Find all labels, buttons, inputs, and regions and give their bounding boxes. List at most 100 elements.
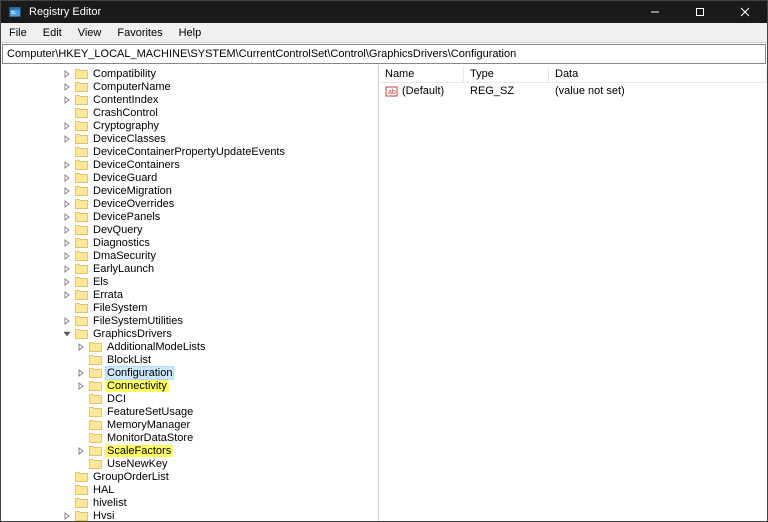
tree-label[interactable]: GraphicsDrivers [91,328,174,340]
expander-closed-icon[interactable] [61,276,73,288]
tree-row[interactable]: HAL [1,483,378,496]
expander-closed-icon[interactable] [75,367,87,379]
tree-row[interactable]: Errata [1,288,378,301]
expander-closed-icon[interactable] [61,172,73,184]
menu-file[interactable]: File [1,25,35,41]
tree-label[interactable]: Connectivity [105,380,169,392]
expander-closed-icon[interactable] [61,68,73,80]
expander-closed-icon[interactable] [61,185,73,197]
tree-label[interactable]: FileSystemUtilities [91,315,185,327]
expander-closed-icon[interactable] [61,133,73,145]
tree-row[interactable]: DeviceContainers [1,158,378,171]
titlebar[interactable]: Registry Editor [1,1,767,23]
tree-label[interactable]: MemoryManager [105,419,192,431]
tree-label[interactable]: UseNewKey [105,458,170,470]
tree-row[interactable]: Cryptography [1,119,378,132]
tree-row[interactable]: Els [1,275,378,288]
tree-label[interactable]: Hvsi [91,510,116,522]
expander-closed-icon[interactable] [61,510,73,522]
tree-label[interactable]: hivelist [91,497,129,509]
expander-closed-icon[interactable] [75,445,87,457]
tree-row[interactable]: DeviceMigration [1,184,378,197]
expander-closed-icon[interactable] [61,94,73,106]
tree-row[interactable]: ContentIndex [1,93,378,106]
tree-row[interactable]: ScaleFactors [1,444,378,457]
tree-row[interactable]: hivelist [1,496,378,509]
menu-favorites[interactable]: Favorites [109,25,170,41]
tree-row[interactable]: UseNewKey [1,457,378,470]
tree-row[interactable]: BlockList [1,353,378,366]
tree-label[interactable]: GroupOrderList [91,471,171,483]
menu-view[interactable]: View [70,25,110,41]
tree-row[interactable]: MemoryManager [1,418,378,431]
tree-label[interactable]: Configuration [105,366,174,380]
tree-label[interactable]: AdditionalModeLists [105,341,207,353]
tree-label[interactable]: DevQuery [91,224,145,236]
col-header-data[interactable]: Data [549,66,767,82]
menu-edit[interactable]: Edit [35,25,70,41]
tree-row[interactable]: Configuration [1,366,378,379]
tree-row[interactable]: Compatibility [1,67,378,80]
list-pane[interactable]: Name Type Data ab(Default)REG_SZ(value n… [379,65,767,521]
tree-row[interactable]: DCI [1,392,378,405]
tree-label[interactable]: CrashControl [91,107,160,119]
expander-open-icon[interactable] [61,328,73,340]
tree-row[interactable]: DmaSecurity [1,249,378,262]
tree-label[interactable]: DmaSecurity [91,250,158,262]
tree-row[interactable]: DeviceOverrides [1,197,378,210]
tree-row[interactable]: Connectivity [1,379,378,392]
tree-row[interactable]: AdditionalModeLists [1,340,378,353]
tree-row[interactable]: ComputerName [1,80,378,93]
tree-label[interactable]: DeviceContainers [91,159,182,171]
list-row[interactable]: ab(Default)REG_SZ(value not set) [379,83,767,99]
address-bar[interactable]: Computer\HKEY_LOCAL_MACHINE\SYSTEM\Curre… [2,44,766,64]
minimize-button[interactable] [632,1,677,23]
expander-closed-icon[interactable] [61,198,73,210]
expander-closed-icon[interactable] [61,315,73,327]
expander-closed-icon[interactable] [61,237,73,249]
close-button[interactable] [722,1,767,23]
expander-closed-icon[interactable] [61,250,73,262]
tree-row[interactable]: DevicePanels [1,210,378,223]
tree-label[interactable]: MonitorDataStore [105,432,195,444]
tree-label[interactable]: BlockList [105,354,153,366]
col-header-type[interactable]: Type [464,66,549,82]
tree-label[interactable]: DeviceContainerPropertyUpdateEvents [91,146,287,158]
expander-closed-icon[interactable] [61,224,73,236]
tree-label[interactable]: HAL [91,484,116,496]
tree-row[interactable]: FileSystem [1,301,378,314]
tree-row[interactable]: DeviceClasses [1,132,378,145]
expander-closed-icon[interactable] [61,289,73,301]
tree-label[interactable]: Els [91,276,110,288]
expander-closed-icon[interactable] [61,81,73,93]
tree-label[interactable]: ContentIndex [91,94,160,106]
col-header-name[interactable]: Name [379,66,464,82]
tree-label[interactable]: FeatureSetUsage [105,406,195,418]
expander-closed-icon[interactable] [61,211,73,223]
tree-label[interactable]: DCI [105,393,128,405]
tree-row[interactable]: DeviceGuard [1,171,378,184]
tree-label[interactable]: ComputerName [91,81,173,93]
tree-label[interactable]: Cryptography [91,120,161,132]
expander-closed-icon[interactable] [75,380,87,392]
tree-row[interactable]: GraphicsDrivers [1,327,378,340]
tree-label[interactable]: Errata [91,289,125,301]
tree-row[interactable]: Hvsi [1,509,378,521]
tree-pane[interactable]: CompatibilityComputerNameContentIndexCra… [1,65,379,521]
expander-closed-icon[interactable] [75,341,87,353]
maximize-button[interactable] [677,1,722,23]
tree-row[interactable]: DeviceContainerPropertyUpdateEvents [1,145,378,158]
tree-label[interactable]: DeviceClasses [91,133,168,145]
tree-row[interactable]: GroupOrderList [1,470,378,483]
expander-closed-icon[interactable] [61,263,73,275]
tree-row[interactable]: MonitorDataStore [1,431,378,444]
tree-label[interactable]: DeviceMigration [91,185,174,197]
tree-label[interactable]: Compatibility [91,68,158,80]
tree-row[interactable]: FileSystemUtilities [1,314,378,327]
tree-label[interactable]: DeviceOverrides [91,198,176,210]
tree-label[interactable]: EarlyLaunch [91,263,156,275]
menu-help[interactable]: Help [171,25,210,41]
tree-label[interactable]: ScaleFactors [105,445,173,457]
tree-row[interactable]: Diagnostics [1,236,378,249]
tree-label[interactable]: Diagnostics [91,237,152,249]
